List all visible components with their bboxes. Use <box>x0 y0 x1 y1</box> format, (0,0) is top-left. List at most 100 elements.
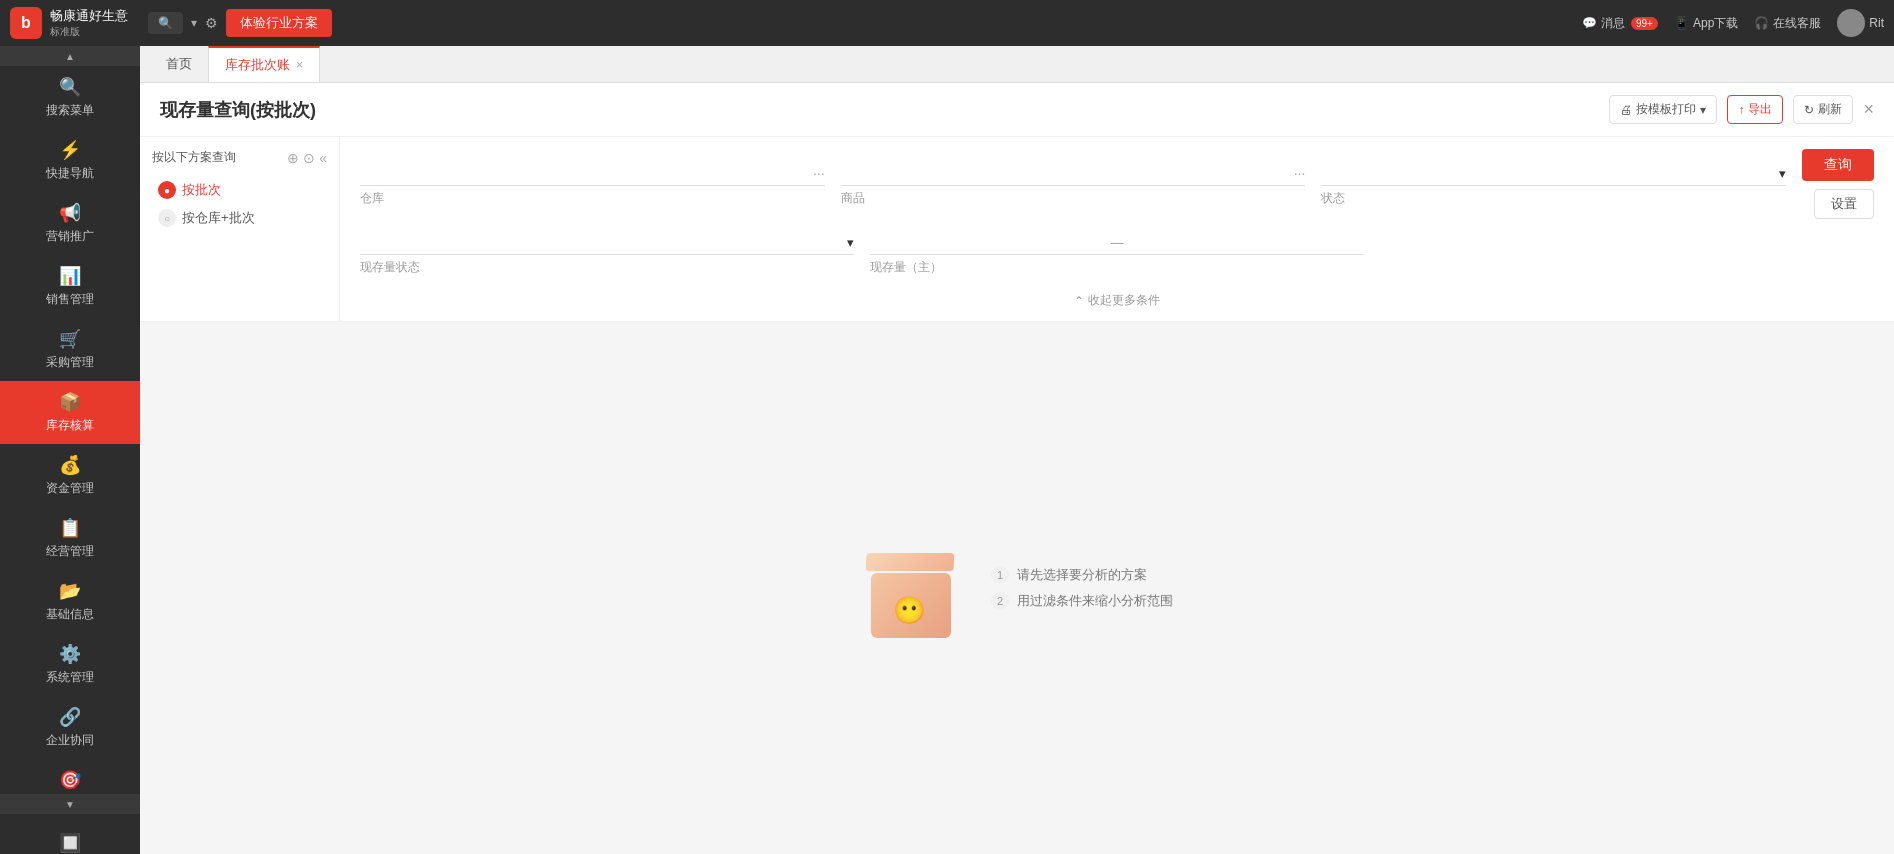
page-header: 现存量查询(按批次) 🖨 按模板打印 ▾ ↑ 导出 ↻ 刷新 × <box>140 83 1894 137</box>
sidebar-item-sales[interactable]: 📊 销售管理 <box>0 255 140 318</box>
filter-field-status: ▾ 状态 <box>1321 162 1786 207</box>
inventory-icon: 📦 <box>59 391 81 413</box>
tab-home[interactable]: 首页 <box>150 47 208 81</box>
export-button[interactable]: ↑ 导出 <box>1727 95 1783 124</box>
inventory-qty-max-input[interactable] <box>1132 235 1365 250</box>
filter-scheme-actions: ⊕ ⊙ « <box>287 150 327 166</box>
add-scheme-button[interactable]: ⊕ <box>287 150 299 166</box>
sidebar-item-app-center[interactable]: 🔲 应用中心 <box>0 822 140 854</box>
sidebar-item-inventory[interactable]: 📦 库存核算 <box>0 381 140 444</box>
empty-hint-2: 2 用过滤条件来缩小分析范围 <box>991 592 1173 610</box>
marketing-icon: 📢 <box>59 202 81 224</box>
sidebar: ▲ 🔍 搜索菜单 ⚡ 快捷导航 📢 营销推广 📊 销售管理 🛒 采购管理 📦 库… <box>0 46 140 854</box>
scheme-item-warehouse-batch[interactable]: ○ 按仓库+批次 <box>152 204 327 232</box>
search-icon: 🔍 <box>158 16 173 30</box>
warehouse-input[interactable] <box>360 166 809 181</box>
product-input-wrap: ··· <box>841 161 1306 186</box>
filter-field-inventory-status: ▾ 现存量状态 <box>360 231 854 276</box>
collapse-more-button[interactable]: ⌃ 收起更多条件 <box>360 288 1874 309</box>
topbar: b 畅康通好生意 标准版 🔍 ▾ ⚙ 体验行业方案 💬 消息 99+ 📱 App… <box>0 0 1894 46</box>
user-name: Rit <box>1869 16 1884 30</box>
topbar-dropdown[interactable]: ▾ <box>191 16 197 30</box>
app-center-icon: 🔲 <box>59 832 81 854</box>
inventory-qty-min-input[interactable] <box>870 235 1103 250</box>
inventory-status-select[interactable]: ▾ <box>360 231 854 255</box>
print-dropdown-icon: ▾ <box>1700 103 1706 117</box>
filter-field-product: ··· 商品 <box>841 161 1306 207</box>
app-logo: b <box>10 7 42 39</box>
refresh-button[interactable]: ↻ 刷新 <box>1793 95 1853 124</box>
filter-schemes-header: 按以下方案查询 ⊕ ⊙ « <box>152 149 327 166</box>
message-button[interactable]: 💬 消息 99+ <box>1582 15 1658 32</box>
sidebar-item-search[interactable]: 🔍 搜索菜单 <box>0 66 140 129</box>
box-lid <box>866 553 955 571</box>
scheme-item-batch[interactable]: ● 按批次 <box>152 176 327 204</box>
hint-num-2: 2 <box>991 592 1009 610</box>
empty-state: 😶 1 请先选择要分析的方案 2 用过滤条件来缩小分析范围 <box>140 322 1894 854</box>
sidebar-item-quick-nav[interactable]: ⚡ 快捷导航 <box>0 129 140 192</box>
quick-nav-icon: ⚡ <box>59 139 81 161</box>
box-face: 😶 <box>893 595 925 626</box>
headset-icon: 🎧 <box>1754 16 1769 30</box>
enterprise-icon: 🔗 <box>59 706 81 728</box>
warehouse-input-wrap: ··· <box>360 161 825 186</box>
sidebar-item-purchase[interactable]: 🛒 采购管理 <box>0 318 140 381</box>
finance-icon: 💰 <box>59 454 81 476</box>
hint-num-1: 1 <box>991 566 1009 584</box>
sidebar-item-system[interactable]: ⚙️ 系统管理 <box>0 633 140 696</box>
status-select[interactable]: ▾ <box>1321 162 1786 186</box>
topbar-search[interactable]: 🔍 <box>148 12 183 34</box>
print-icon: 🖨 <box>1620 103 1632 117</box>
filter-conditions: ··· 仓库 ··· 商品 ▾ <box>340 137 1894 321</box>
empty-hint-1: 1 请先选择要分析的方案 <box>991 566 1173 584</box>
sidebar-scroll-up[interactable]: ▲ <box>0 46 140 66</box>
empty-hints: 1 请先选择要分析的方案 2 用过滤条件来缩小分析范围 <box>991 566 1173 610</box>
scheme-icon-warehouse-batch: ○ <box>158 209 176 227</box>
system-icon: ⚙️ <box>59 643 81 665</box>
message-badge: 99+ <box>1631 17 1658 30</box>
scheme-settings-button[interactable]: ⊙ <box>303 150 315 166</box>
trial-button[interactable]: 体验行业方案 <box>226 9 332 37</box>
product-more-button[interactable]: ··· <box>1294 165 1306 181</box>
filter-action-col: 查询 设置 <box>1802 149 1874 219</box>
filter-field-inventory-qty: — 现存量（主） <box>870 231 1364 276</box>
warehouse-more-button[interactable]: ··· <box>813 165 825 181</box>
app-download-button[interactable]: 📱 App下载 <box>1674 15 1738 32</box>
close-panel-button[interactable]: × <box>1863 99 1874 120</box>
main-layout: ▲ 🔍 搜索菜单 ⚡ 快捷导航 📢 营销推广 📊 销售管理 🛒 采购管理 📦 库… <box>0 46 1894 854</box>
inventory-qty-wrap: — <box>870 231 1364 255</box>
status-dropdown-icon: ▾ <box>1779 166 1786 181</box>
inventory-status-dropdown-icon: ▾ <box>847 235 854 250</box>
online-service-button[interactable]: 🎧 在线客服 <box>1754 15 1821 32</box>
app-brand: 畅康通好生意 标准版 <box>50 7 128 39</box>
settings-button[interactable]: 设置 <box>1814 189 1874 219</box>
tab-batch-account[interactable]: 库存批次账 × <box>208 46 320 82</box>
export-icon: ↑ <box>1738 103 1744 117</box>
sidebar-item-enterprise[interactable]: 🔗 企业协同 <box>0 696 140 759</box>
filter-field-warehouse: ··· 仓库 <box>360 161 825 207</box>
search-menu-icon: 🔍 <box>59 76 81 98</box>
sales-icon: 📊 <box>59 265 81 287</box>
topbar-right: 💬 消息 99+ 📱 App下载 🎧 在线客服 Rit <box>1582 9 1884 37</box>
topbar-gear[interactable]: ⚙ <box>205 15 218 31</box>
sidebar-item-marketing[interactable]: 📢 营销推广 <box>0 192 140 255</box>
phone-icon: 📱 <box>1674 16 1689 30</box>
user-avatar <box>1837 9 1865 37</box>
sidebar-item-basic-info[interactable]: 📂 基础信息 <box>0 570 140 633</box>
collapse-schemes-button[interactable]: « <box>319 150 327 166</box>
page-actions: 🖨 按模板打印 ▾ ↑ 导出 ↻ 刷新 × <box>1609 95 1874 124</box>
filter-row-1: ··· 仓库 ··· 商品 ▾ <box>360 149 1874 219</box>
sidebar-item-operations[interactable]: 📋 经营管理 <box>0 507 140 570</box>
topbar-center: 🔍 ▾ ⚙ 体验行业方案 <box>128 9 1582 37</box>
page-title: 现存量查询(按批次) <box>160 98 316 122</box>
sidebar-scroll-down[interactable]: ▼ <box>0 794 140 814</box>
sidebar-item-finance[interactable]: 💰 资金管理 <box>0 444 140 507</box>
collapse-chevron-icon: ⌃ <box>1074 294 1084 308</box>
basic-info-icon: 📂 <box>59 580 81 602</box>
query-button[interactable]: 查询 <box>1802 149 1874 181</box>
tab-close-button[interactable]: × <box>296 58 303 72</box>
user-avatar-area[interactable]: Rit <box>1837 9 1884 37</box>
print-template-button[interactable]: 🖨 按模板打印 ▾ <box>1609 95 1717 124</box>
purchase-icon: 🛒 <box>59 328 81 350</box>
product-input[interactable] <box>841 166 1290 181</box>
